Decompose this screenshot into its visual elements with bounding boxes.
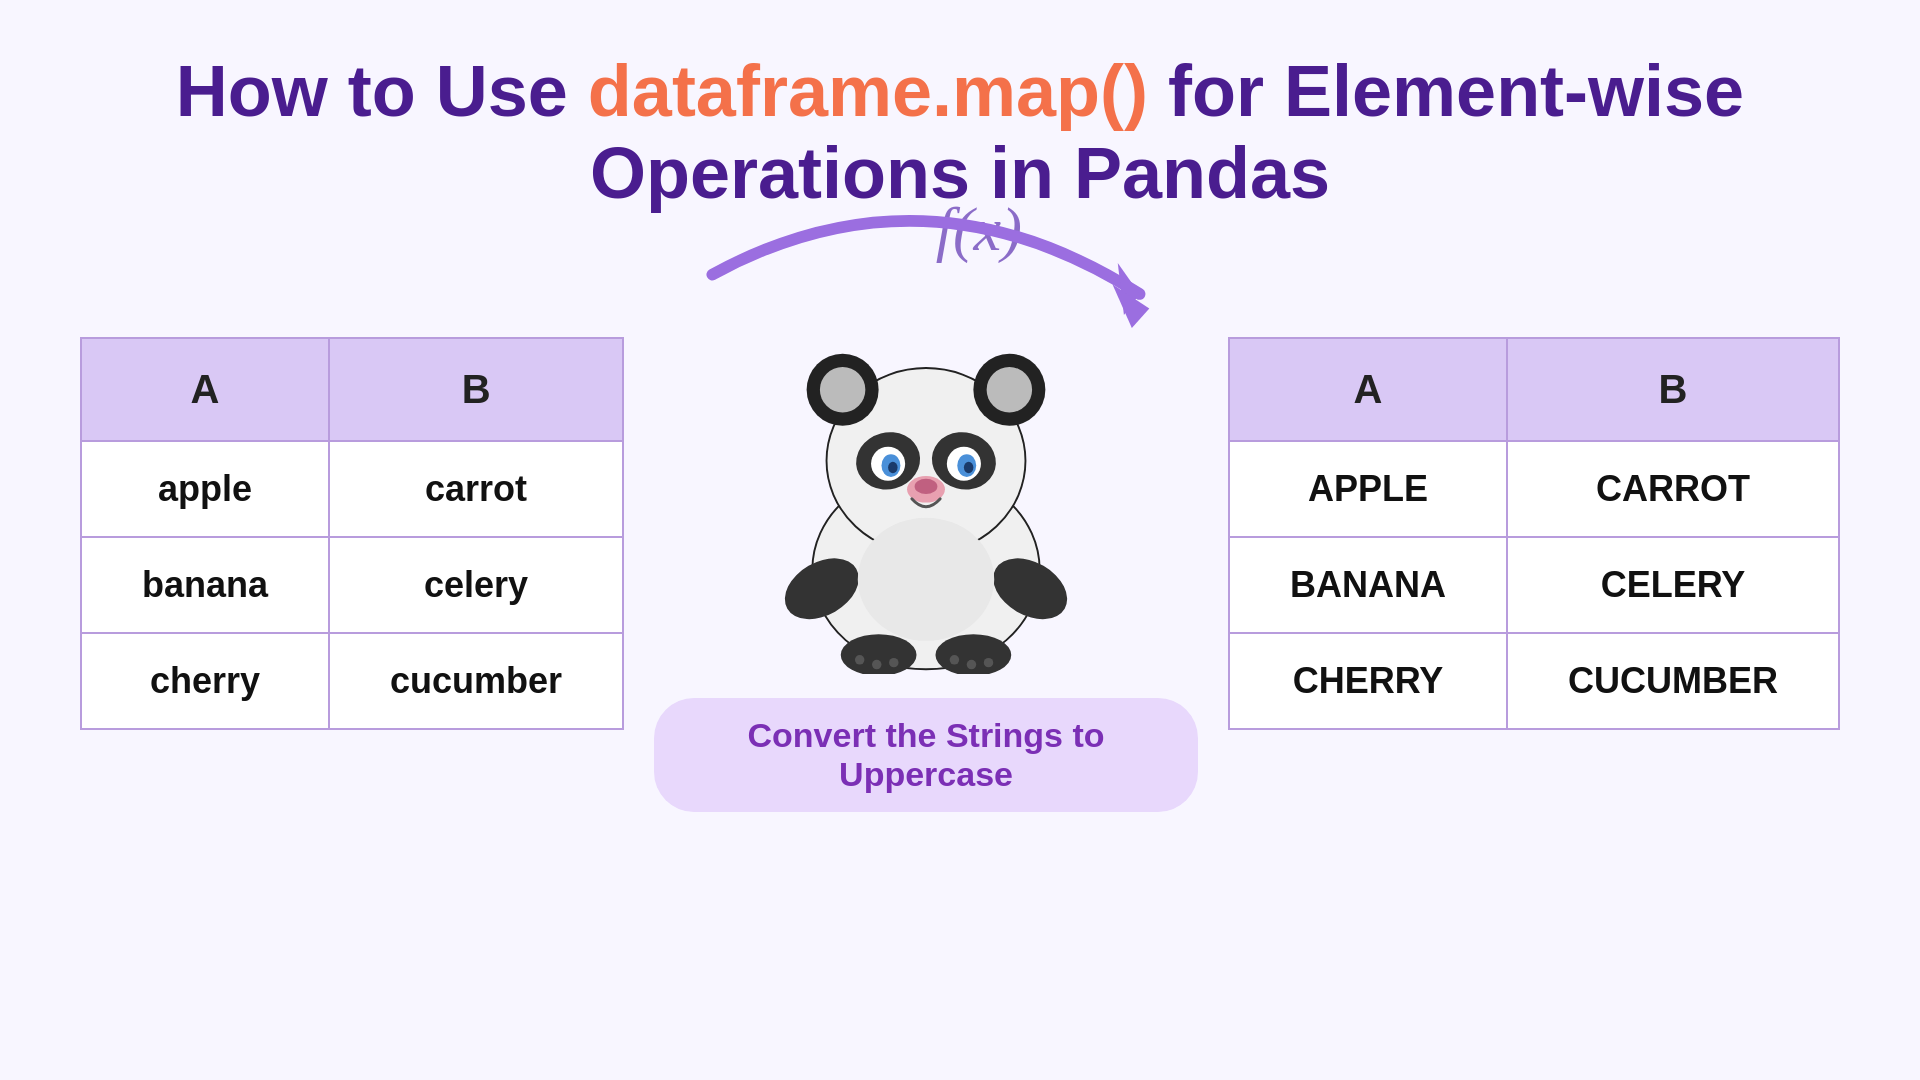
output-table-row: APPLE CARROT [1229,441,1839,537]
title-line1: How to Use dataframe.map() for Element-w… [176,50,1744,132]
svg-point-27 [950,655,959,664]
input-table-wrapper: A B apple carrot banana celery cherry cu… [80,337,624,730]
svg-point-18 [915,479,938,494]
input-cell-b-1: celery [329,537,623,633]
arrow-svg: f(x) [654,194,1198,394]
input-cell-a-0: apple [81,441,329,537]
input-table-row: cherry cucumber [81,633,623,729]
output-cell-b-1: CELERY [1507,537,1839,633]
main-content: A B apple carrot banana celery cherry cu… [0,254,1920,812]
svg-point-29 [984,658,993,667]
input-table-row: apple carrot [81,441,623,537]
output-col-b-header: B [1507,338,1839,441]
caption-box: Convert the Strings to Uppercase [654,698,1198,812]
input-cell-b-2: cucumber [329,633,623,729]
input-col-b-header: B [329,338,623,441]
input-col-a-header: A [81,338,329,441]
input-cell-a-2: cherry [81,633,329,729]
middle-section: f(x) [654,254,1198,812]
svg-point-16 [964,462,973,473]
svg-point-25 [872,660,881,669]
output-table: A B APPLE CARROT BANANA CELERY CHERRY CU… [1228,337,1840,730]
output-cell-a-2: CHERRY [1229,633,1507,729]
output-cell-b-0: CARROT [1507,441,1839,537]
output-cell-a-0: APPLE [1229,441,1507,537]
caption-text: Convert the Strings to Uppercase [748,716,1105,793]
svg-point-24 [855,655,864,664]
input-cell-b-0: carrot [329,441,623,537]
svg-point-26 [889,658,898,667]
svg-point-15 [888,462,897,473]
output-table-row: CHERRY CUCUMBER [1229,633,1839,729]
input-table-row: banana celery [81,537,623,633]
output-table-wrapper: A B APPLE CARROT BANANA CELERY CHERRY CU… [1228,337,1840,730]
title-prefix: How to Use [176,51,588,131]
output-table-row: BANANA CELERY [1229,537,1839,633]
title-section: How to Use dataframe.map() for Element-w… [176,50,1744,214]
svg-point-21 [858,518,994,641]
output-col-a-header: A [1229,338,1507,441]
title-suffix: for Element-wise [1148,51,1744,131]
arrow-area: f(x) [654,194,1198,394]
input-cell-a-1: banana [81,537,329,633]
input-table: A B apple carrot banana celery cherry cu… [80,337,624,730]
output-cell-b-2: CUCUMBER [1507,633,1839,729]
output-cell-a-1: BANANA [1229,537,1507,633]
svg-point-28 [967,660,976,669]
title-highlight: dataframe.map() [588,51,1148,131]
